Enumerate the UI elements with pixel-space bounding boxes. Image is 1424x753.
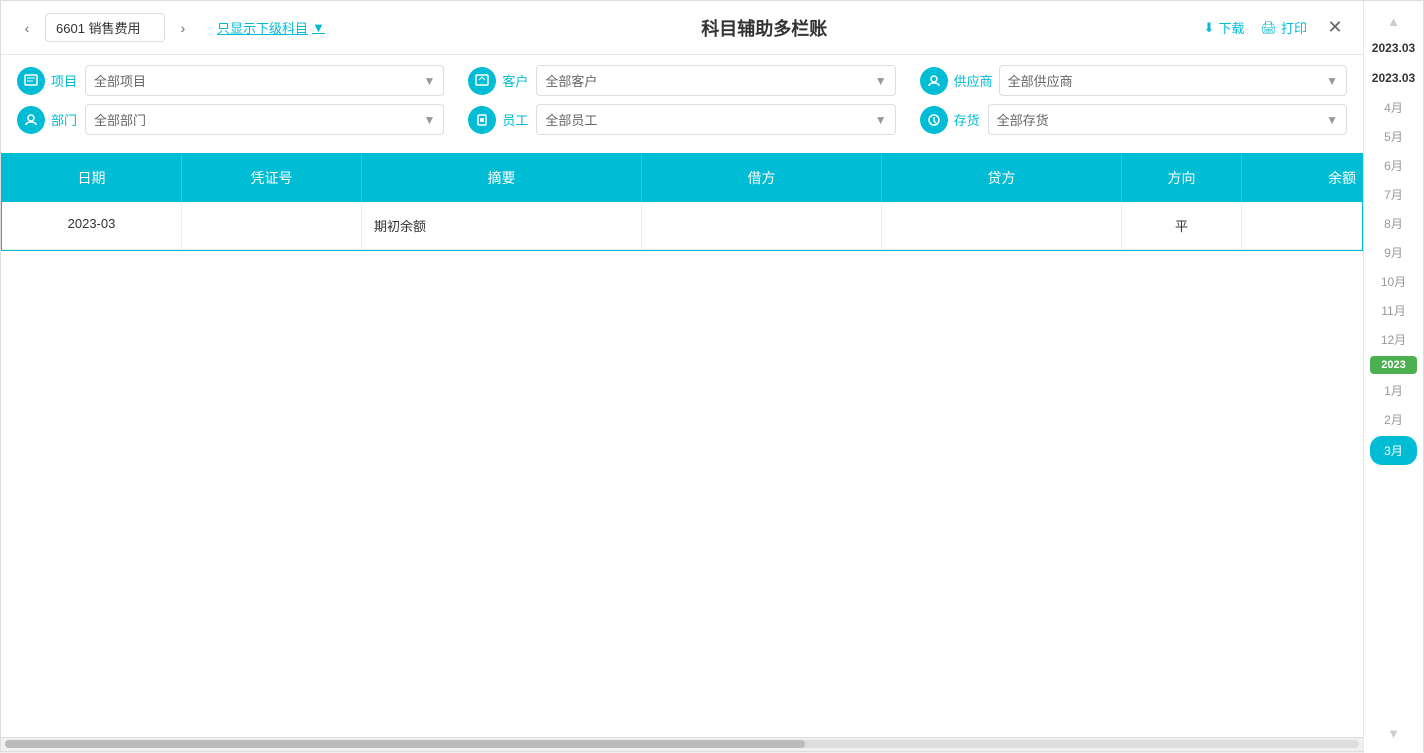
timeline-item-12[interactable]: 12月 xyxy=(1364,325,1423,354)
chevron-down-icon: ▼ xyxy=(312,20,325,35)
close-btn[interactable]: ✕ xyxy=(1323,16,1347,40)
content-area: ‹ 6601 销售费用 › 只显示下级科目 ▼ 科目辅助多栏账 ⬇ 下载 🖨 打… xyxy=(1,1,1363,251)
download-btn[interactable]: ⬇ 下载 xyxy=(1204,18,1245,37)
customer-label: 客户 xyxy=(502,71,530,90)
project-select[interactable]: 全部项目 ▼ xyxy=(85,65,444,96)
next-account-btn[interactable]: › xyxy=(173,18,193,38)
filter-customer: 客户 全部客户 ▼ xyxy=(468,65,895,96)
department-label: 部门 xyxy=(51,110,79,129)
cell-summary: 期初余额 xyxy=(362,202,642,249)
col-credit: 贷方 xyxy=(882,154,1122,202)
employee-arrow-icon: ▼ xyxy=(875,113,887,127)
main-window: ▲ 2023.03 2023.03 4月 5月 6月 7月 8月 9月 10月 … xyxy=(0,0,1424,752)
header-actions: ⬇ 下载 🖨 打印 ✕ xyxy=(1204,16,1347,40)
cell-debit xyxy=(642,202,882,249)
year-badge: 2023 xyxy=(1370,356,1417,374)
department-value: 全部部门 xyxy=(94,110,146,129)
download-icon: ⬇ xyxy=(1204,20,1215,36)
filter-area: 项目 全部项目 ▼ 客户 全部客户 ▼ xyxy=(1,55,1363,153)
cell-date: 2023-03 xyxy=(2,202,182,249)
download-label: 下载 xyxy=(1218,18,1244,37)
employee-icon xyxy=(468,106,496,134)
cell-direction: 平 xyxy=(1122,202,1242,249)
data-table: 日期 凭证号 摘要 借方 贷方 方向 余额 2023-03 期初余额 平 xyxy=(1,153,1363,251)
timeline-item-2023-03-2[interactable]: 2023.03 xyxy=(1364,63,1423,93)
inventory-label: 存货 xyxy=(954,110,982,129)
prev-account-btn[interactable]: ‹ xyxy=(17,18,37,38)
supplier-arrow-icon: ▼ xyxy=(1326,74,1338,88)
filter-department: 部门 全部部门 ▼ xyxy=(17,104,444,135)
page-title: 科目辅助多栏账 xyxy=(325,15,1204,41)
project-label: 项目 xyxy=(51,71,79,90)
print-icon: 🖨 xyxy=(1260,20,1277,36)
timeline-item-1[interactable]: 1月 xyxy=(1364,376,1423,405)
cell-credit xyxy=(882,202,1122,249)
supplier-icon xyxy=(920,67,948,95)
department-select[interactable]: 全部部门 ▼ xyxy=(85,104,444,135)
show-sub-label: 只显示下级科目 xyxy=(217,18,308,37)
customer-value: 全部客户 xyxy=(545,71,597,90)
col-summary: 摘要 xyxy=(362,154,642,202)
col-debit: 借方 xyxy=(642,154,882,202)
timeline-item-6[interactable]: 6月 xyxy=(1364,151,1423,180)
timeline-item-3-active[interactable]: 3月 xyxy=(1370,436,1417,465)
timeline-panel: ▲ 2023.03 2023.03 4月 5月 6月 7月 8月 9月 10月 … xyxy=(1363,1,1423,753)
timeline-item-2023-03-1[interactable]: 2023.03 xyxy=(1364,33,1423,63)
timeline-item-4[interactable]: 4月 xyxy=(1364,93,1423,122)
timeline-item-9[interactable]: 9月 xyxy=(1364,238,1423,267)
scrollbar-thumb[interactable] xyxy=(5,740,805,748)
timeline-item-10[interactable]: 10月 xyxy=(1364,267,1423,296)
timeline-item-11[interactable]: 11月 xyxy=(1364,296,1423,325)
inventory-icon xyxy=(920,106,948,134)
inventory-value: 全部存货 xyxy=(997,110,1049,129)
timeline-down-btn[interactable]: ▼ xyxy=(1382,721,1406,745)
timeline-item-5[interactable]: 5月 xyxy=(1364,122,1423,151)
col-date: 日期 xyxy=(2,154,182,202)
customer-icon xyxy=(468,67,496,95)
employee-select[interactable]: 全部员工 ▼ xyxy=(536,104,895,135)
inventory-select[interactable]: 全部存货 ▼ xyxy=(988,104,1347,135)
project-arrow-icon: ▼ xyxy=(423,74,435,88)
timeline-item-2[interactable]: 2月 xyxy=(1364,405,1423,434)
inventory-arrow-icon: ▼ xyxy=(1326,113,1338,127)
table-row: 2023-03 期初余额 平 xyxy=(2,202,1362,250)
supplier-select[interactable]: 全部供应商 ▼ xyxy=(999,65,1347,96)
horizontal-scrollbar[interactable] xyxy=(1,737,1363,751)
table-body: 2023-03 期初余额 平 xyxy=(2,202,1362,250)
table-header: 日期 凭证号 摘要 借方 贷方 方向 余额 xyxy=(2,154,1362,202)
supplier-value: 全部供应商 xyxy=(1008,71,1073,90)
timeline-item-7[interactable]: 7月 xyxy=(1364,180,1423,209)
page-header: ‹ 6601 销售费用 › 只显示下级科目 ▼ 科目辅助多栏账 ⬇ 下载 🖨 打… xyxy=(1,1,1363,55)
department-arrow-icon: ▼ xyxy=(423,113,435,127)
col-direction: 方向 xyxy=(1122,154,1242,202)
filter-supplier: 供应商 全部供应商 ▼ xyxy=(920,65,1347,96)
filter-project: 项目 全部项目 ▼ xyxy=(17,65,444,96)
print-label: 打印 xyxy=(1281,18,1307,37)
employee-value: 全部员工 xyxy=(545,110,597,129)
project-value: 全部项目 xyxy=(94,71,146,90)
department-icon xyxy=(17,106,45,134)
filter-inventory: 存货 全部存货 ▼ xyxy=(920,104,1347,135)
supplier-label: 供应商 xyxy=(954,71,993,90)
customer-arrow-icon: ▼ xyxy=(875,74,887,88)
timeline-up-btn[interactable]: ▲ xyxy=(1382,9,1406,33)
header-left: ‹ 6601 销售费用 › 只显示下级科目 ▼ xyxy=(17,13,325,42)
filter-row-1: 项目 全部项目 ▼ 客户 全部客户 ▼ xyxy=(17,65,1347,96)
project-icon xyxy=(17,67,45,95)
print-btn[interactable]: 🖨 打印 xyxy=(1260,18,1307,37)
filter-employee: 员工 全部员工 ▼ xyxy=(468,104,895,135)
customer-select[interactable]: 全部客户 ▼ xyxy=(536,65,895,96)
filter-row-2: 部门 全部部门 ▼ 员工 全部员工 ▼ xyxy=(17,104,1347,135)
account-code-display: 6601 销售费用 xyxy=(45,13,165,42)
scrollbar-track xyxy=(5,740,1359,748)
employee-label: 员工 xyxy=(502,110,530,129)
cell-voucher xyxy=(182,202,362,249)
show-sub-account-btn[interactable]: 只显示下级科目 ▼ xyxy=(217,18,325,37)
timeline-item-8[interactable]: 8月 xyxy=(1364,209,1423,238)
col-voucher: 凭证号 xyxy=(182,154,362,202)
